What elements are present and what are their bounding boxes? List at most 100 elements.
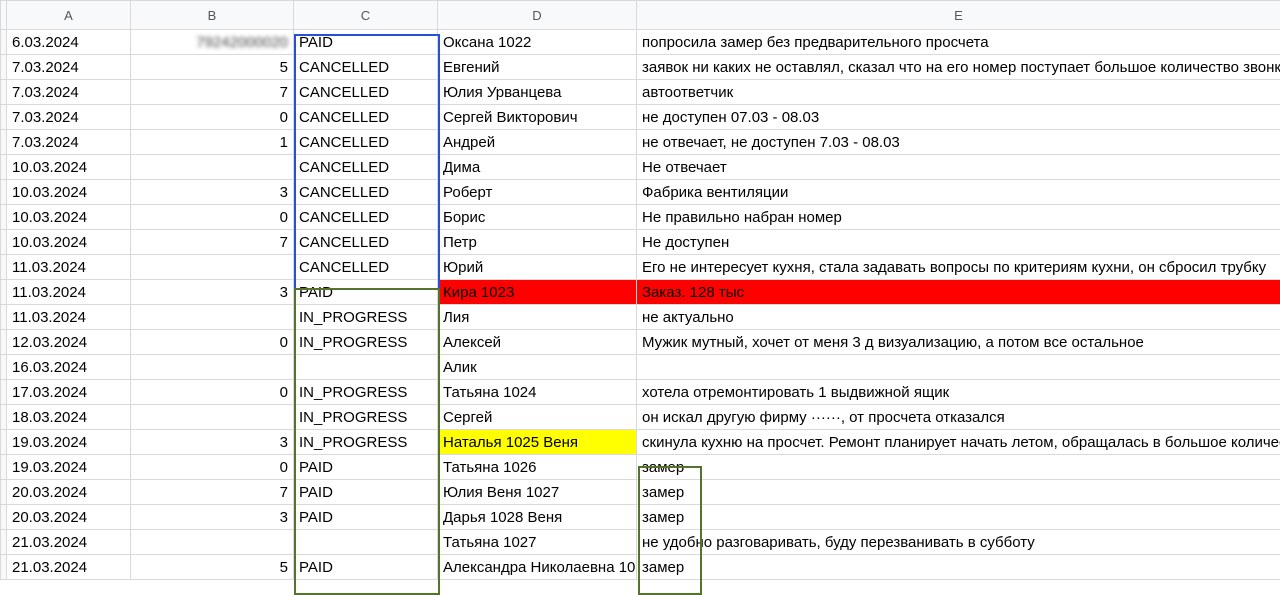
col-header-e[interactable]: E — [637, 1, 1280, 30]
table-row[interactable]: 17.03.20240IN_PROGRESSТатьяна 1024хотела… — [1, 380, 1280, 405]
cell-e[interactable]: замер — [637, 480, 1280, 505]
cell-b[interactable]: 5 — [131, 55, 294, 80]
cell-d[interactable]: Юрий — [438, 255, 637, 280]
cell-b[interactable]: 1 — [131, 130, 294, 155]
cell-c[interactable]: CANCELLED — [294, 155, 438, 180]
cell-b[interactable]: 3 — [131, 505, 294, 530]
cell-a[interactable]: 7.03.2024 — [7, 55, 131, 80]
cell-d[interactable]: Юлия Веня 1027 — [438, 480, 637, 505]
cell-a[interactable]: 19.03.2024 — [7, 455, 131, 480]
table-row[interactable]: 10.03.20240CANCELLEDБорисНе правильно на… — [1, 205, 1280, 230]
cell-c[interactable]: IN_PROGRESS — [294, 305, 438, 330]
cell-b[interactable]: 79242000020 — [131, 30, 294, 55]
cell-a[interactable]: 10.03.2024 — [7, 205, 131, 230]
cell-e[interactable] — [637, 355, 1280, 380]
cell-a[interactable]: 7.03.2024 — [7, 80, 131, 105]
cell-d[interactable]: Татьяна 1024 — [438, 380, 637, 405]
cell-e[interactable]: замер — [637, 555, 1280, 580]
cell-d[interactable]: Татьяна 1026 — [438, 455, 637, 480]
cell-d[interactable]: Дарья 1028 Веня — [438, 505, 637, 530]
cell-e[interactable]: скинула кухню на просчет. Ремонт планиру… — [637, 430, 1280, 455]
cell-a[interactable]: 7.03.2024 — [7, 105, 131, 130]
cell-a[interactable]: 10.03.2024 — [7, 230, 131, 255]
cell-d[interactable]: Лия — [438, 305, 637, 330]
cell-e[interactable]: автоответчик — [637, 80, 1280, 105]
cell-b[interactable] — [131, 405, 294, 430]
cell-d[interactable]: Петр — [438, 230, 637, 255]
cell-e[interactable]: замер — [637, 505, 1280, 530]
cell-a[interactable]: 21.03.2024 — [7, 555, 131, 580]
col-header-b[interactable]: B — [131, 1, 294, 30]
cell-d[interactable]: Андрей — [438, 130, 637, 155]
cell-b[interactable]: 7 — [131, 80, 294, 105]
cell-c[interactable]: CANCELLED — [294, 80, 438, 105]
cell-b[interactable]: 3 — [131, 180, 294, 205]
cell-c[interactable]: CANCELLED — [294, 105, 438, 130]
cell-c[interactable]: PAID — [294, 480, 438, 505]
cell-b[interactable]: 0 — [131, 455, 294, 480]
cell-c[interactable]: CANCELLED — [294, 230, 438, 255]
col-header-a[interactable]: A — [7, 1, 131, 30]
cell-b[interactable]: 7 — [131, 480, 294, 505]
table-row[interactable]: 11.03.2024CANCELLEDЮрийЕго не интересует… — [1, 255, 1280, 280]
cell-c[interactable]: PAID — [294, 30, 438, 55]
cell-a[interactable]: 11.03.2024 — [7, 305, 131, 330]
cell-b[interactable] — [131, 155, 294, 180]
table-row[interactable]: 7.03.20247CANCELLEDЮлия Урванцеваавтоотв… — [1, 80, 1280, 105]
cell-d[interactable]: Борис — [438, 205, 637, 230]
cell-a[interactable]: 7.03.2024 — [7, 130, 131, 155]
cell-b[interactable]: 3 — [131, 280, 294, 305]
cell-b[interactable] — [131, 255, 294, 280]
cell-c[interactable]: CANCELLED — [294, 255, 438, 280]
cell-e[interactable]: Заказ. 128 тыс — [637, 280, 1280, 305]
cell-e[interactable]: попросила замер без предварительного про… — [637, 30, 1280, 55]
table-row[interactable]: 19.03.20243IN_PROGRESSНаталья 1025 Веняс… — [1, 430, 1280, 455]
cell-e[interactable]: заявок ни каких не оставлял, сказал что … — [637, 55, 1280, 80]
table-row[interactable]: 12.03.20240IN_PROGRESSАлексейМужик мутны… — [1, 330, 1280, 355]
cell-d[interactable]: Кира 1023 — [438, 280, 637, 305]
cell-e[interactable]: не отвечает, не доступен 7.03 - 08.03 — [637, 130, 1280, 155]
cell-e[interactable]: не доступен 07.03 - 08.03 — [637, 105, 1280, 130]
cell-e[interactable]: хотела отремонтировать 1 выдвижной ящик — [637, 380, 1280, 405]
table-row[interactable]: 21.03.20245PAIDАлександра Николаевна 102… — [1, 555, 1280, 580]
cell-c[interactable]: PAID — [294, 280, 438, 305]
cell-c[interactable]: IN_PROGRESS — [294, 380, 438, 405]
cell-c[interactable]: IN_PROGRESS — [294, 405, 438, 430]
cell-c[interactable]: CANCELLED — [294, 130, 438, 155]
cell-d[interactable]: Дима — [438, 155, 637, 180]
cell-a[interactable]: 12.03.2024 — [7, 330, 131, 355]
cell-d[interactable]: Алик — [438, 355, 637, 380]
col-header-c[interactable]: C — [294, 1, 438, 30]
cell-b[interactable]: 5 — [131, 555, 294, 580]
spreadsheet[interactable]: A B C D E 6.03.202479242000020PAIDОксана… — [0, 0, 1280, 595]
cell-a[interactable]: 10.03.2024 — [7, 180, 131, 205]
cell-a[interactable]: 18.03.2024 — [7, 405, 131, 430]
cell-c[interactable]: CANCELLED — [294, 205, 438, 230]
cell-b[interactable]: 0 — [131, 330, 294, 355]
table-row[interactable]: 10.03.20243CANCELLEDРобертФабрика вентил… — [1, 180, 1280, 205]
cell-d[interactable]: Алексей — [438, 330, 637, 355]
cell-b[interactable]: 7 — [131, 230, 294, 255]
cell-d[interactable]: Роберт — [438, 180, 637, 205]
table-row[interactable]: 19.03.20240PAIDТатьяна 1026замер — [1, 455, 1280, 480]
grid[interactable]: A B C D E 6.03.202479242000020PAIDОксана… — [0, 0, 1280, 580]
table-row[interactable]: 20.03.20247PAIDЮлия Веня 1027замер — [1, 480, 1280, 505]
cell-d[interactable]: Татьяна 1027 — [438, 530, 637, 555]
cell-c[interactable]: IN_PROGRESS — [294, 330, 438, 355]
cell-a[interactable]: 17.03.2024 — [7, 380, 131, 405]
table-row[interactable]: 7.03.20245CANCELLEDЕвгенийзаявок ни каки… — [1, 55, 1280, 80]
cell-d[interactable]: Евгений — [438, 55, 637, 80]
table-row[interactable]: 18.03.2024IN_PROGRESSСергейон искал друг… — [1, 405, 1280, 430]
cell-a[interactable]: 19.03.2024 — [7, 430, 131, 455]
table-row[interactable]: 11.03.20243PAIDКира 1023Заказ. 128 тыс — [1, 280, 1280, 305]
cell-a[interactable]: 16.03.2024 — [7, 355, 131, 380]
column-headers[interactable]: A B C D E — [1, 1, 1280, 30]
cell-d[interactable]: Юлия Урванцева — [438, 80, 637, 105]
cell-c[interactable]: IN_PROGRESS — [294, 430, 438, 455]
table-row[interactable]: 10.03.20247CANCELLEDПетрНе доступен — [1, 230, 1280, 255]
cell-c[interactable]: CANCELLED — [294, 180, 438, 205]
cell-b[interactable] — [131, 355, 294, 380]
table-row[interactable]: 7.03.20240CANCELLEDСергей Викторовичне д… — [1, 105, 1280, 130]
cell-b[interactable]: 0 — [131, 380, 294, 405]
cell-e[interactable]: Его не интересует кухня, стала задавать … — [637, 255, 1280, 280]
